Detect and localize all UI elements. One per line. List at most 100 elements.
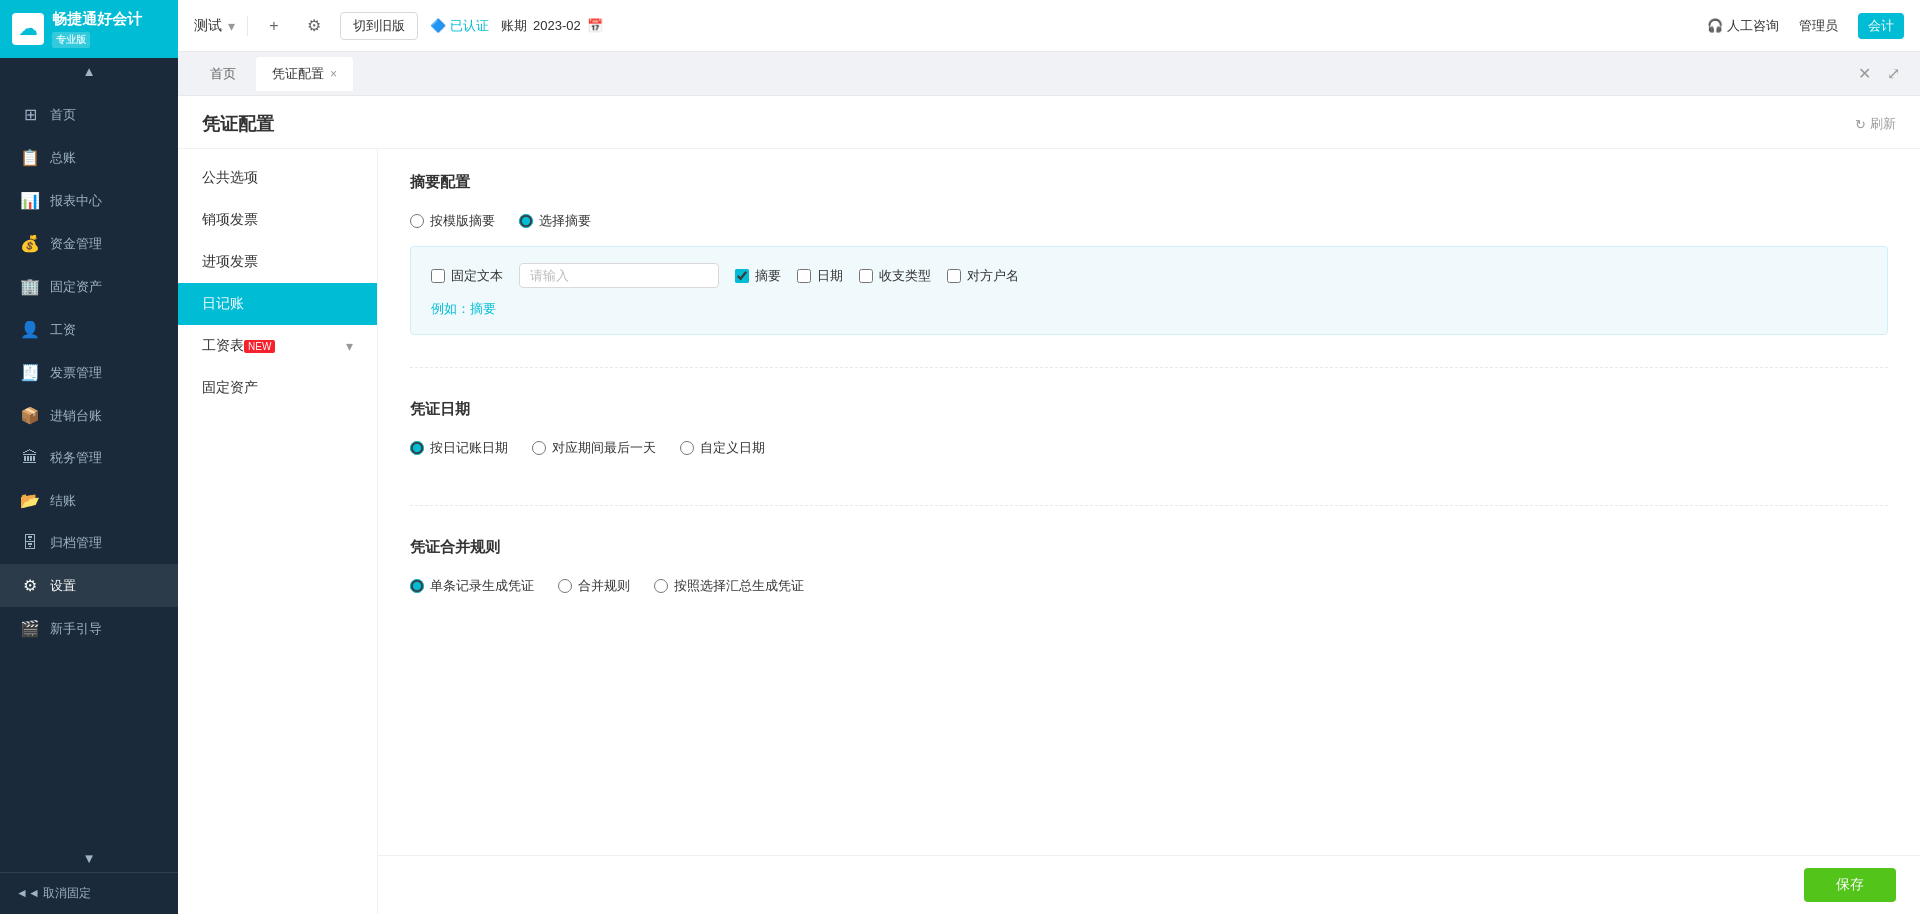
income-type-checkbox-item[interactable]: 收支类型 (859, 267, 931, 285)
sidebar-item-label: 结账 (50, 492, 76, 510)
left-nav-public[interactable]: 公共选项 (178, 157, 377, 199)
sidebar-item-label: 发票管理 (50, 364, 102, 382)
sidebar-item-label: 资金管理 (50, 235, 102, 253)
certified-status: 🔷 已认证 (430, 17, 489, 35)
summary-radio-select[interactable]: 选择摘要 (519, 212, 591, 230)
tab-close-btn[interactable]: × (330, 67, 337, 81)
sidebar-item-ledger[interactable]: 📋 总账 (0, 136, 178, 179)
consult-label: 人工咨询 (1727, 17, 1779, 35)
calendar-icon[interactable]: 📅 (587, 18, 603, 33)
sidebar-scroll-down[interactable]: ▼ (0, 847, 178, 870)
date-radio-daily[interactable]: 按日记账日期 (410, 439, 508, 457)
summary-section-title: 摘要配置 (410, 173, 1888, 192)
date-radio-custom[interactable]: 自定义日期 (680, 439, 765, 457)
date-section-title: 凭证日期 (410, 400, 1888, 419)
tab-voucher-config[interactable]: 凭证配置 × (256, 57, 353, 91)
sidebar-item-label: 设置 (50, 577, 76, 595)
sidebar-scroll-up[interactable]: ▲ (0, 60, 178, 83)
home-icon: ⊞ (20, 105, 40, 124)
summary-template-radio[interactable] (410, 214, 424, 228)
sidebar-item-guide[interactable]: 🎬 新手引导 (0, 607, 178, 650)
period-selector[interactable]: 账期 2023-02 📅 (501, 17, 603, 35)
switch-version-btn[interactable]: 切到旧版 (340, 12, 418, 40)
company-dropdown-icon[interactable]: ▾ (228, 18, 235, 34)
sidebar-item-report[interactable]: 📊 报表中心 (0, 179, 178, 222)
left-nav: 公共选项 销项发票 进项发票 日记账 工资表 NEW ▾ 固定资产 (178, 149, 378, 914)
tab-home-label: 首页 (210, 65, 236, 83)
date-daily-radio[interactable] (410, 441, 424, 455)
certified-icon: 🔷 (430, 18, 446, 33)
fixed-text-checkbox-item[interactable]: 固定文本 (431, 267, 503, 285)
refresh-btn[interactable]: ↻ 刷新 (1855, 115, 1896, 133)
fixed-text-checkbox[interactable] (431, 269, 445, 283)
merge-radio-single[interactable]: 单条记录生成凭证 (410, 577, 534, 595)
refresh-icon: ↻ (1855, 117, 1866, 132)
sidebar-item-home[interactable]: ⊞ 首页 (0, 93, 178, 136)
tabbar-right: ✕ ⤢ (1854, 60, 1904, 87)
cancel-fixed-btn[interactable]: ◄◄ 取消固定 (0, 872, 178, 914)
merge-section-title: 凭证合并规则 (410, 538, 1888, 557)
expand-panel-btn[interactable]: ⤢ (1883, 60, 1904, 87)
fixed-text-input[interactable] (519, 263, 719, 288)
role-btn[interactable]: 会计 (1858, 13, 1904, 39)
income-type-checkbox[interactable] (859, 269, 873, 283)
summary-select-radio[interactable] (519, 214, 533, 228)
left-nav-sales[interactable]: 销项发票 (178, 199, 377, 241)
sidebar-item-fixed-asset[interactable]: 🏢 固定资产 (0, 265, 178, 308)
consult-btn[interactable]: 🎧 人工咨询 (1707, 17, 1779, 35)
right-panel-wrapper: 摘要配置 按模版摘要 选择摘要 (378, 149, 1920, 914)
sidebar-item-tax[interactable]: 🏛 税务管理 (0, 437, 178, 479)
company-name: 测试 (194, 17, 222, 35)
date-checkbox-item[interactable]: 日期 (797, 267, 843, 285)
tab-home[interactable]: 首页 (194, 57, 252, 91)
left-nav-purchase[interactable]: 进项发票 (178, 241, 377, 283)
sidebar-nav: ⊞ 首页 📋 总账 📊 报表中心 💰 资金管理 🏢 固定资产 👤 工资 🧾 发票… (0, 85, 178, 845)
merge-rule-radio[interactable] (558, 579, 572, 593)
date-radio-last-day[interactable]: 对应期间最后一天 (532, 439, 656, 457)
tax-icon: 🏛 (20, 449, 40, 467)
sidebar-item-settings[interactable]: ⚙ 设置 (0, 564, 178, 607)
sidebar-item-archive[interactable]: 🗄 归档管理 (0, 522, 178, 564)
sidebar-item-fund[interactable]: 💰 资金管理 (0, 222, 178, 265)
summary-checkbox[interactable] (735, 269, 749, 283)
page-title: 凭证配置 (202, 112, 274, 136)
ledger-icon: 📋 (20, 148, 40, 167)
summary-checkbox-item[interactable]: 摘要 (735, 267, 781, 285)
user-btn[interactable]: 管理员 (1791, 13, 1846, 39)
sidebar-item-salary[interactable]: 👤 工资 (0, 308, 178, 351)
tabbar: 首页 凭证配置 × ✕ ⤢ (178, 52, 1920, 96)
sidebar-item-label: 税务管理 (50, 449, 102, 467)
merge-radio-select[interactable]: 按照选择汇总生成凭证 (654, 577, 804, 595)
sidebar-item-label: 工资 (50, 321, 76, 339)
sidebar-item-label: 新手引导 (50, 620, 102, 638)
left-nav-fixed-asset[interactable]: 固定资产 (178, 367, 377, 409)
settings-btn[interactable]: ⚙ (300, 12, 328, 40)
date-custom-radio[interactable] (680, 441, 694, 455)
invoice-icon: 🧾 (20, 363, 40, 382)
close-panel-btn[interactable]: ✕ (1854, 60, 1875, 87)
consult-icon: 🎧 (1707, 18, 1723, 33)
sidebar: ☁ 畅捷通好会计 专业版 ▲ ⊞ 首页 📋 总账 📊 报表中心 💰 资金管理 🏢… (0, 0, 178, 914)
merge-radio-rule[interactable]: 合并规则 (558, 577, 630, 595)
date-radio-group: 按日记账日期 对应期间最后一天 自定义日期 (410, 439, 1888, 457)
merge-select-radio[interactable] (654, 579, 668, 593)
sidebar-item-invoice[interactable]: 🧾 发票管理 (0, 351, 178, 394)
left-nav-journal[interactable]: 日记账 (178, 283, 377, 325)
content-header: 凭证配置 ↻ 刷新 (178, 96, 1920, 149)
counterpart-checkbox[interactable] (947, 269, 961, 283)
merge-single-radio[interactable] (410, 579, 424, 593)
company-selector[interactable]: 测试 ▾ (194, 17, 235, 35)
date-last-day-radio[interactable] (532, 441, 546, 455)
sidebar-item-label: 报表中心 (50, 192, 102, 210)
sidebar-item-settle[interactable]: 📂 结账 (0, 479, 178, 522)
summary-radio-template[interactable]: 按模版摘要 (410, 212, 495, 230)
sidebar-item-trade[interactable]: 📦 进销台账 (0, 394, 178, 437)
date-checkbox[interactable] (797, 269, 811, 283)
report-icon: 📊 (20, 191, 40, 210)
topbar: 测试 ▾ + ⚙ 切到旧版 🔷 已认证 账期 2023-02 📅 🎧 人工咨询 … (178, 0, 1920, 52)
left-nav-payroll[interactable]: 工资表 NEW ▾ (178, 325, 377, 367)
counterpart-checkbox-item[interactable]: 对方户名 (947, 267, 1019, 285)
add-company-btn[interactable]: + (260, 12, 288, 40)
save-button[interactable]: 保存 (1804, 868, 1896, 902)
period-value: 2023-02 (533, 18, 581, 33)
